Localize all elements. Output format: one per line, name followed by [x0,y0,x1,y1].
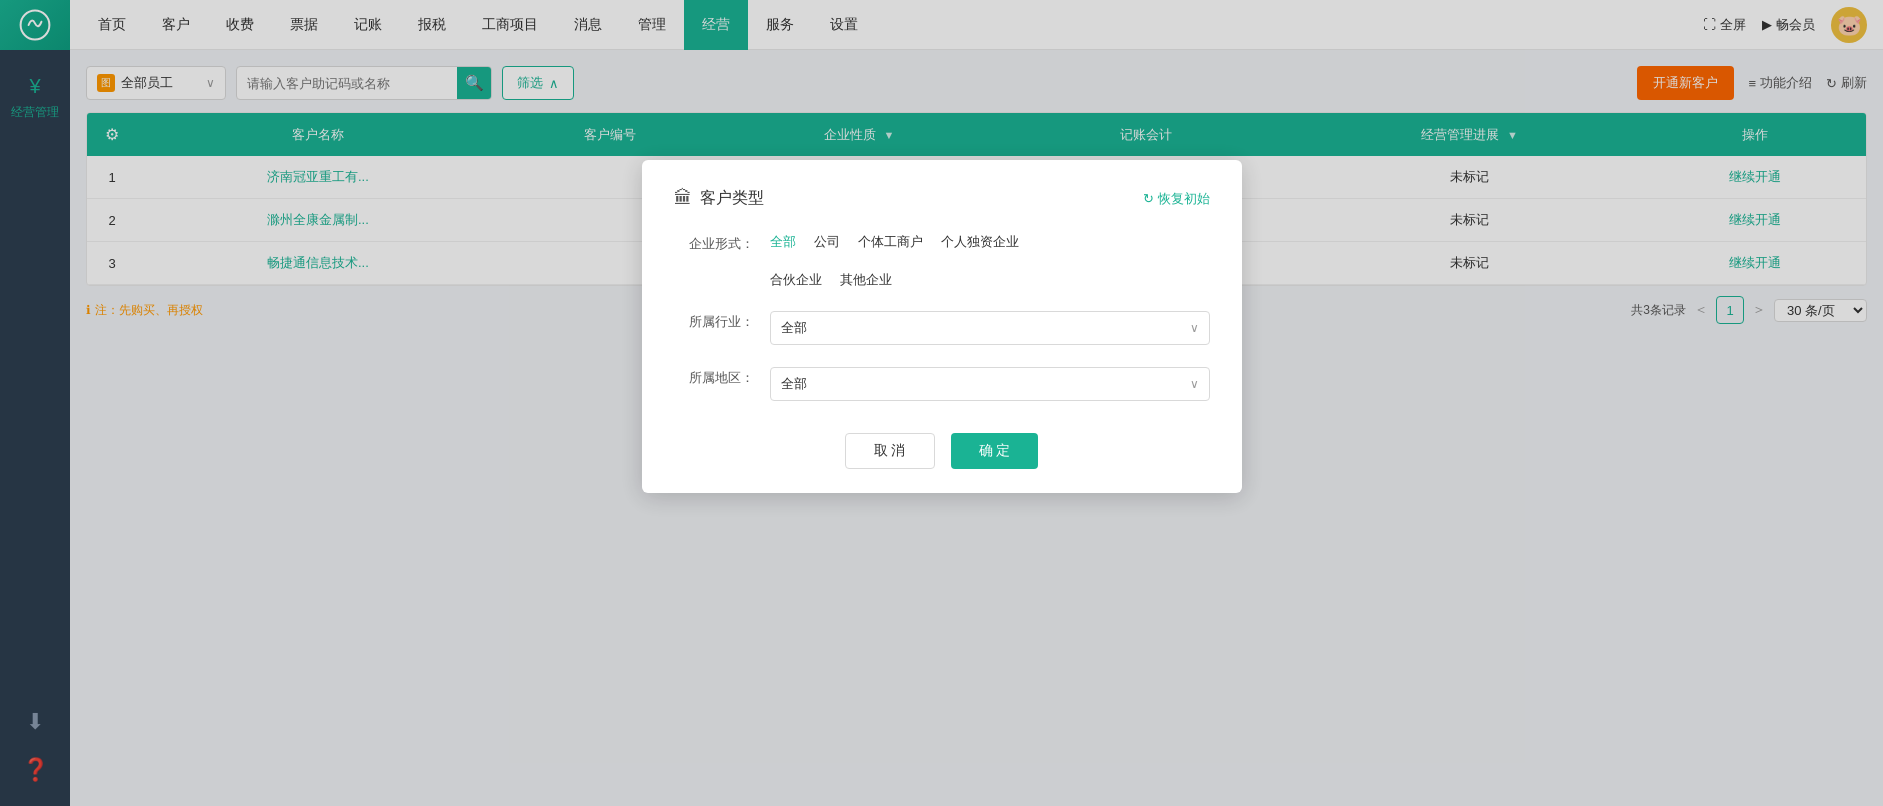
modal-footer: 取 消 确 定 [674,433,1210,469]
industry-row: 所属行业： 全部 ∨ [674,311,1210,345]
modal-header: 🏛 客户类型 ↻ 恢复初始 [674,188,1210,209]
modal-title: 🏛 客户类型 [674,188,764,209]
industry-label: 所属行业： [674,311,754,331]
enterprise-form-row: 企业形式： 全部公司个体工商户个人独资企业合伙企业其他企业 [674,233,1210,289]
customer-type-icon: 🏛 [674,188,692,209]
region-label: 所属地区： [674,367,754,387]
industry-select-value: 全部 [781,319,807,337]
enterprise-form-label: 企业形式： [674,233,754,253]
enterprise-option-其他企业[interactable]: 其他企业 [840,271,892,289]
reset-icon: ↻ [1143,191,1154,206]
filter-modal: 🏛 客户类型 ↻ 恢复初始 企业形式： 全部公司个体工商户个人独资企业合伙企业其… [642,160,1242,493]
enterprise-option-全部[interactable]: 全部 [770,233,796,251]
reset-button[interactable]: ↻ 恢复初始 [1143,190,1210,208]
region-select[interactable]: 全部 ∨ [770,367,1210,401]
enterprise-option-公司[interactable]: 公司 [814,233,840,251]
industry-select[interactable]: 全部 ∨ [770,311,1210,345]
cancel-button[interactable]: 取 消 [845,433,935,469]
region-row: 所属地区： 全部 ∨ [674,367,1210,401]
enterprise-option-个人独资企业[interactable]: 个人独资企业 [941,233,1019,251]
industry-chevron-icon: ∨ [1190,321,1199,335]
enterprise-option-合伙企业[interactable]: 合伙企业 [770,271,822,289]
enterprise-option-个体工商户[interactable]: 个体工商户 [858,233,923,251]
enterprise-form-options: 全部公司个体工商户个人独资企业合伙企业其他企业 [770,233,1210,289]
region-chevron-icon: ∨ [1190,377,1199,391]
region-select-value: 全部 [781,375,807,393]
confirm-button[interactable]: 确 定 [951,433,1039,469]
modal-overlay[interactable]: 🏛 客户类型 ↻ 恢复初始 企业形式： 全部公司个体工商户个人独资企业合伙企业其… [0,0,1883,806]
